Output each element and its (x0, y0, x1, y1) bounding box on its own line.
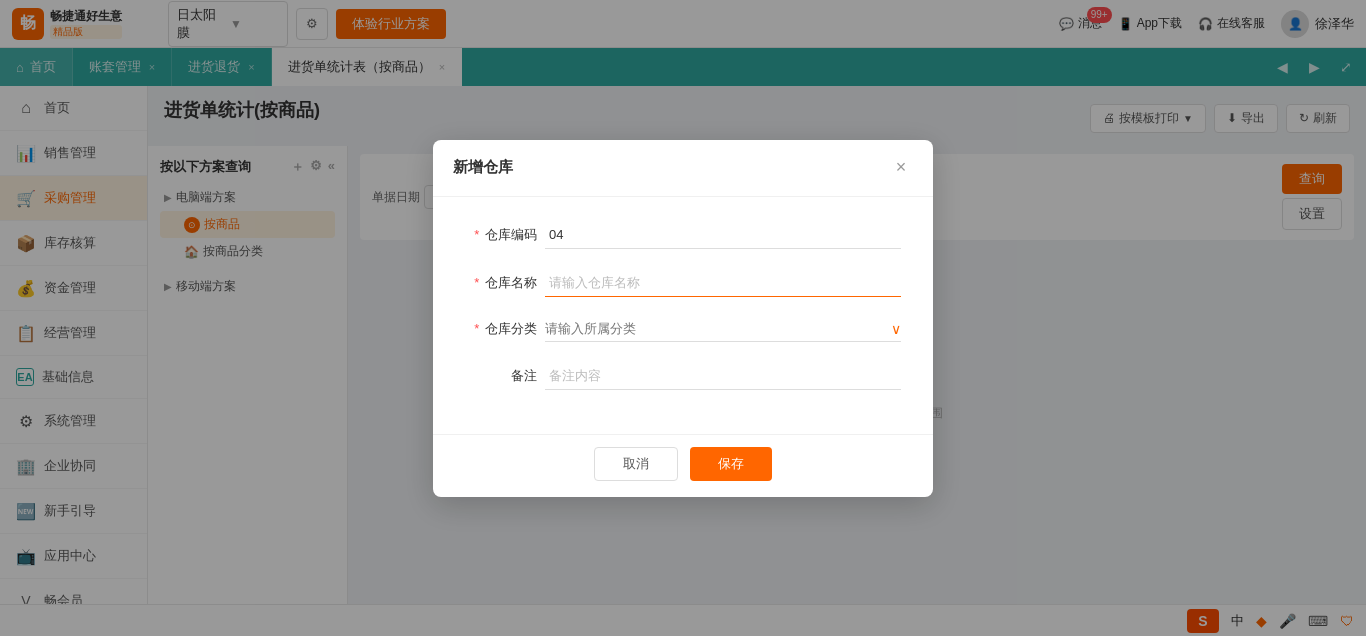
category-label: * 仓库分类 (465, 320, 545, 338)
code-input[interactable] (545, 221, 901, 249)
code-label: * 仓库编码 (465, 226, 545, 244)
form-row-name: * 仓库名称 (465, 269, 901, 297)
dialog-body: * 仓库编码 * 仓库名称 * 仓库分类 (433, 197, 933, 434)
dialog-close-button[interactable]: × (889, 156, 913, 180)
required-mark-name: * (474, 275, 479, 290)
category-select-wrap[interactable]: ∨ (545, 317, 901, 342)
dialog-footer: 取消 保存 (433, 434, 933, 497)
form-row-category: * 仓库分类 ∨ (465, 317, 901, 342)
save-button[interactable]: 保存 (690, 447, 772, 481)
category-input[interactable] (545, 321, 891, 336)
form-row-remark: 备注 (465, 362, 901, 390)
name-input[interactable] (545, 269, 901, 297)
dialog-header: 新增仓库 × (433, 140, 933, 197)
new-warehouse-dialog: 新增仓库 × * 仓库编码 * 仓库名称 (433, 140, 933, 497)
remark-input[interactable] (545, 362, 901, 390)
remark-label: 备注 (465, 367, 545, 385)
required-mark: * (474, 227, 479, 242)
name-label: * 仓库名称 (465, 274, 545, 292)
overlay: 新增仓库 × * 仓库编码 * 仓库名称 (0, 0, 1366, 636)
dialog-title: 新增仓库 (453, 158, 513, 177)
form-row-code: * 仓库编码 (465, 221, 901, 249)
required-mark-category: * (474, 321, 479, 336)
cancel-button[interactable]: 取消 (594, 447, 678, 481)
category-chevron-icon: ∨ (891, 321, 901, 337)
